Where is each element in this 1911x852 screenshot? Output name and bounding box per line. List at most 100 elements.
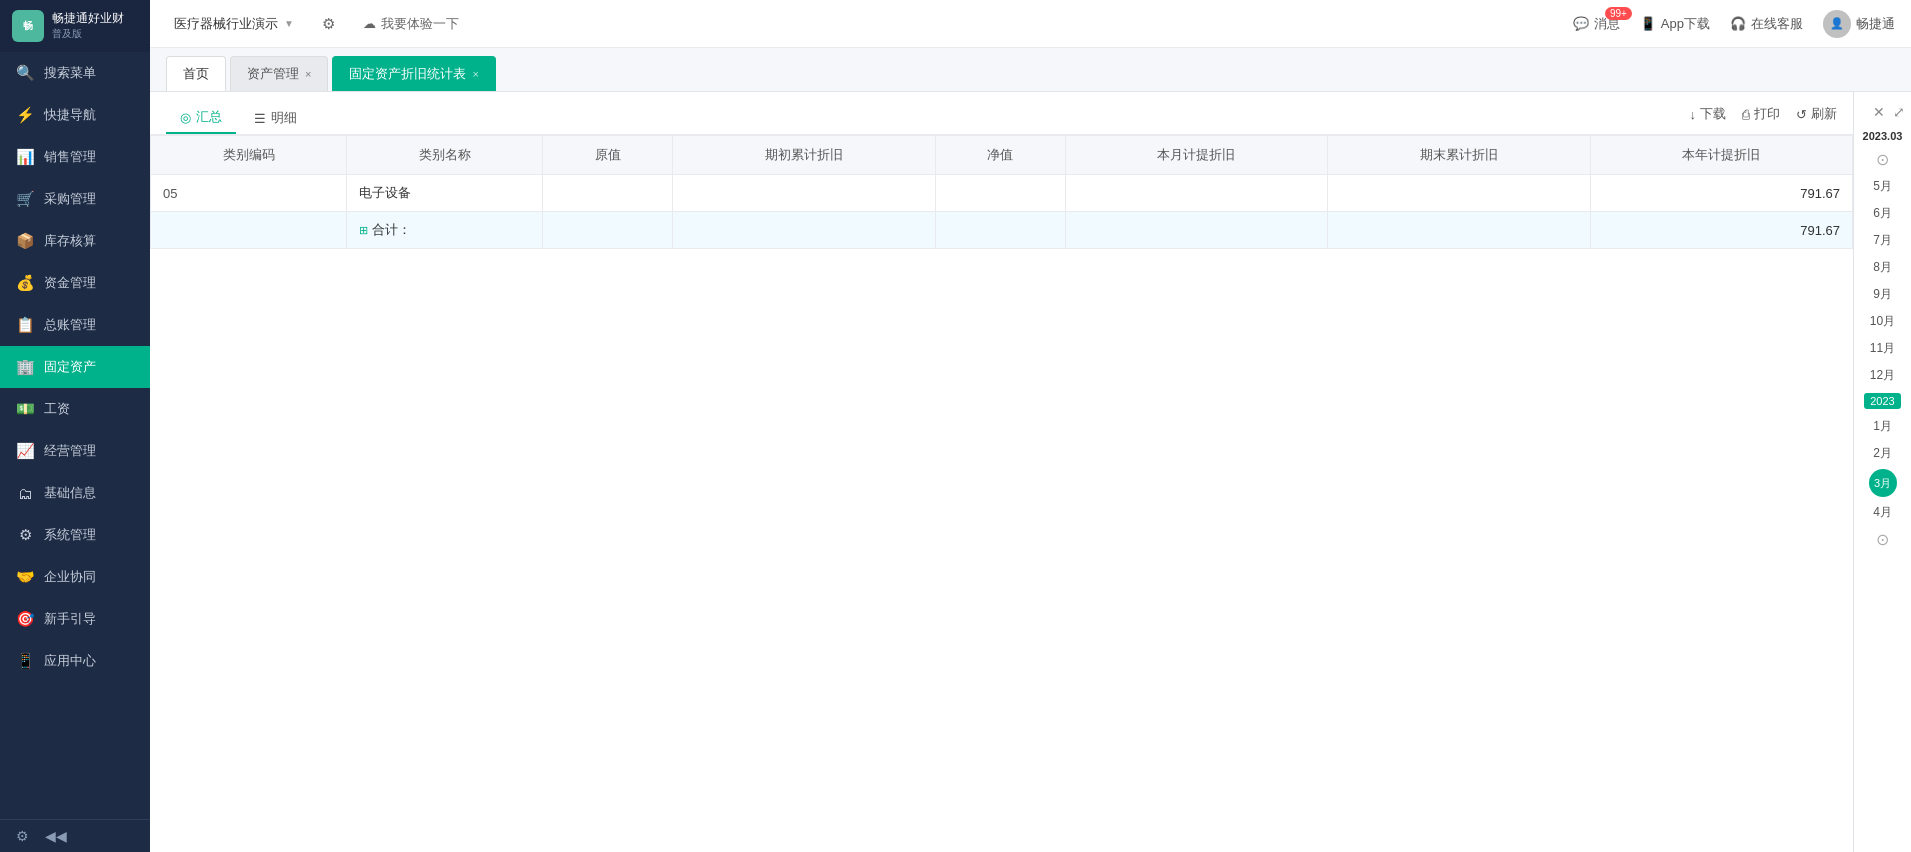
row-monthly-depreciation (1065, 175, 1327, 212)
download-button[interactable]: ↓ 下载 (1690, 105, 1727, 123)
panel-month-1[interactable]: 1月 (1854, 413, 1911, 440)
panel-month-8[interactable]: 8月 (1854, 254, 1911, 281)
sidebar-item-search-label: 搜索菜单 (44, 64, 96, 82)
operations-icon: 📈 (16, 442, 34, 460)
header-right: 💬 消息 99+ 📱 App下载 🎧 在线客服 👤 畅捷通 (1573, 10, 1895, 38)
experience-button[interactable]: ☁ 我要体验一下 (363, 15, 459, 33)
tab-asset-manage[interactable]: 资产管理 × (230, 56, 328, 91)
panel-scroll-down[interactable]: ⊙ (1872, 526, 1893, 553)
quick-nav-icon: ⚡ (16, 106, 34, 124)
refresh-action-icon: ↺ (1796, 107, 1807, 122)
total-initial-accumulated (673, 212, 935, 249)
download-icon: 📱 (1640, 16, 1656, 31)
messages-badge: 99+ (1605, 7, 1632, 20)
tab-home[interactable]: 首页 (166, 56, 226, 91)
sub-tab-summary[interactable]: ◎ 汇总 (166, 102, 236, 134)
col-original-value: 原值 (543, 136, 673, 175)
panel-month-9[interactable]: 9月 (1854, 281, 1911, 308)
top-header: 医疗器械行业演示 ▼ ⚙ ☁ 我要体验一下 💬 消息 99+ 📱 App下载 🎧… (150, 0, 1911, 48)
detail-tab-label: 明细 (271, 109, 297, 127)
total-annual-depreciation: 791.67 (1590, 212, 1852, 249)
total-period-end-accumulated (1328, 212, 1590, 249)
sidebar-item-guide[interactable]: 🎯 新手引导 (0, 598, 150, 640)
panel-close-icon[interactable]: ✕ (1871, 102, 1887, 122)
panel-month-7[interactable]: 7月 (1854, 227, 1911, 254)
panel-month-11[interactable]: 11月 (1854, 335, 1911, 362)
avatar: 👤 (1823, 10, 1851, 38)
panel-month-3-active[interactable]: 3月 (1869, 469, 1897, 497)
download-action-icon: ↓ (1690, 107, 1697, 122)
panel-month-5[interactable]: 5月 (1854, 173, 1911, 200)
sidebar-item-operations[interactable]: 📈 经营管理 (0, 430, 150, 472)
sidebar-item-purchase[interactable]: 🛒 采购管理 (0, 178, 150, 220)
row-annual-depreciation: 791.67 (1590, 175, 1852, 212)
app-download-button[interactable]: 📱 App下载 (1640, 15, 1710, 33)
refresh-button[interactable]: ↺ 刷新 (1796, 105, 1837, 123)
user-menu[interactable]: 👤 畅捷通 (1823, 10, 1895, 38)
sidebar-item-inventory[interactable]: 📦 库存核算 (0, 220, 150, 262)
sidebar-item-payroll[interactable]: 💵 工资 (0, 388, 150, 430)
total-row: ⊞ 合计： 791.67 (151, 212, 1853, 249)
content-area: ◎ 汇总 ☰ 明细 ↓ 下载 ⎙ 打印 (150, 92, 1853, 852)
sidebar-item-app-center-label: 应用中心 (44, 652, 96, 670)
sidebar-item-fixed-assets[interactable]: 🏢 固定资产 (0, 346, 150, 388)
sidebar-item-quick-nav-label: 快捷导航 (44, 106, 96, 124)
customer-service-button[interactable]: 🎧 在线客服 (1730, 15, 1803, 33)
settings-bottom-icon[interactable]: ⚙ (16, 828, 29, 844)
inventory-icon: 📦 (16, 232, 34, 250)
sidebar-item-ledger[interactable]: 📋 总账管理 (0, 304, 150, 346)
sidebar-item-app-center[interactable]: 📱 应用中心 (0, 640, 150, 682)
panel-scroll-up[interactable]: ⊙ (1872, 146, 1893, 173)
row-period-end-accumulated (1328, 175, 1590, 212)
messages-button[interactable]: 💬 消息 99+ (1573, 15, 1620, 33)
tab-fixed-asset-depreciation[interactable]: 固定资产折旧统计表 × (332, 56, 495, 91)
panel-month-4[interactable]: 4月 (1854, 499, 1911, 526)
download-label: 下载 (1700, 105, 1726, 123)
sidebar-item-funds[interactable]: 💰 资金管理 (0, 262, 150, 304)
company-selector[interactable]: 医疗器械行业演示 ▼ (166, 11, 302, 37)
guide-icon: 🎯 (16, 610, 34, 628)
row-name: 电子设备 (347, 175, 543, 212)
tab-fixed-asset-label: 固定资产折旧统计表 (349, 65, 466, 83)
row-original-value (543, 175, 673, 212)
company-name: 医疗器械行业演示 (174, 15, 278, 33)
app-center-icon: 📱 (16, 652, 34, 670)
sidebar-item-quick-nav[interactable]: ⚡ 快捷导航 (0, 94, 150, 136)
panel-month-10[interactable]: 10月 (1854, 308, 1911, 335)
funds-icon: 💰 (16, 274, 34, 292)
total-label-cell: ⊞ 合计： (347, 212, 543, 249)
sidebar-item-sales[interactable]: 📊 销售管理 (0, 136, 150, 178)
logo-icon: 畅 (12, 10, 44, 42)
panel-expand-icon[interactable]: ⤢ (1891, 102, 1907, 122)
tab-fixed-asset-close[interactable]: × (472, 68, 478, 80)
sidebar-item-basic-info[interactable]: 🗂 基础信息 (0, 472, 150, 514)
col-period-end-accumulated: 期末累计折旧 (1328, 136, 1590, 175)
detail-tab-icon: ☰ (254, 111, 266, 126)
dropdown-icon: ▼ (284, 18, 294, 29)
tab-asset-manage-close[interactable]: × (305, 68, 311, 80)
panel-month-6[interactable]: 6月 (1854, 200, 1911, 227)
sidebar-item-system[interactable]: ⚙ 系统管理 (0, 514, 150, 556)
total-original-value (543, 212, 673, 249)
sidebar-item-sales-label: 销售管理 (44, 148, 96, 166)
depreciation-table: 类别编码 类别名称 原值 期初累计折旧 净值 本月计提折旧 期末累计折旧 本年计… (150, 135, 1853, 249)
sidebar-item-guide-label: 新手引导 (44, 610, 96, 628)
logo-title: 畅捷通好业财 (52, 11, 124, 27)
col-annual-depreciation: 本年计提折旧 (1590, 136, 1852, 175)
sales-icon: 📊 (16, 148, 34, 166)
sidebar-menu: 🔍 搜索菜单 ⚡ 快捷导航 📊 销售管理 🛒 采购管理 📦 库存核算 💰 资金管… (0, 52, 150, 819)
header-settings-icon[interactable]: ⚙ (314, 11, 343, 37)
collapse-icon[interactable]: ◀◀ (45, 828, 67, 844)
tabs-bar: 首页 资产管理 × 固定资产折旧统计表 × (150, 48, 1911, 92)
sidebar-item-enterprise-label: 企业协同 (44, 568, 96, 586)
total-monthly-depreciation (1065, 212, 1327, 249)
sub-tab-detail[interactable]: ☰ 明细 (240, 103, 311, 133)
sidebar-item-search[interactable]: 🔍 搜索菜单 (0, 52, 150, 94)
sidebar-item-inventory-label: 库存核算 (44, 232, 96, 250)
table-container: 类别编码 类别名称 原值 期初累计折旧 净值 本月计提折旧 期末累计折旧 本年计… (150, 135, 1853, 852)
panel-month-12[interactable]: 12月 (1854, 362, 1911, 389)
panel-month-2[interactable]: 2月 (1854, 440, 1911, 467)
summary-tab-label: 汇总 (196, 108, 222, 126)
sidebar-item-enterprise[interactable]: 🤝 企业协同 (0, 556, 150, 598)
print-button[interactable]: ⎙ 打印 (1742, 105, 1780, 123)
